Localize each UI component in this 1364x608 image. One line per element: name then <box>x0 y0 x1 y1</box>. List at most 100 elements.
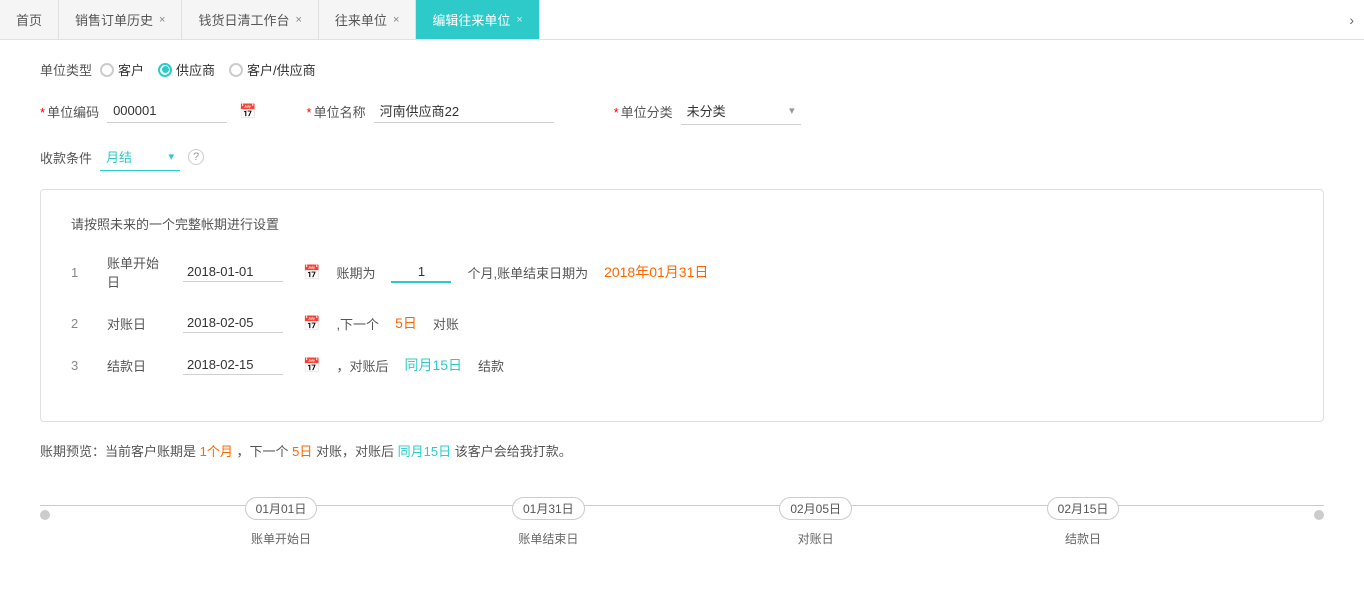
timeline-label-3: 结款日 <box>1065 530 1101 547</box>
row2-suffix-end: 对账 <box>433 314 459 333</box>
card-title: 请按照未来的一个完整帐期进行设置 <box>71 214 1293 233</box>
timeline-label-0: 账单开始日 <box>251 530 311 547</box>
settings-card: 请按照未来的一个完整帐期进行设置 1 账单开始日 📅 账期为 个月,账单结束日期… <box>40 189 1324 422</box>
radio-both[interactable]: 客户/供应商 <box>229 60 316 79</box>
unit-type-group: 单位类型 客户 供应商 客户/供应商 <box>40 60 316 79</box>
close-icon[interactable]: × <box>159 14 165 26</box>
unit-type-radio-group: 客户 供应商 客户/供应商 <box>100 60 316 79</box>
payment-terms-select[interactable]: 月结 ▾ <box>100 143 180 171</box>
tab-edit-counterparty-label: 编辑往来单位 <box>432 10 510 29</box>
main-content: 单位类型 客户 供应商 客户/供应商 *单位编码 <box>0 40 1364 608</box>
row-label-3: 结款日 <box>107 356 167 375</box>
setting-row-1: 1 账单开始日 📅 账期为 个月,账单结束日期为 2018年01月31日 <box>71 253 1293 291</box>
close-icon[interactable]: × <box>516 14 522 26</box>
timeline-node-0: 01月01日 账单开始日 <box>245 497 318 547</box>
calendar-icon-2[interactable]: 📅 <box>303 315 320 332</box>
question-icon[interactable]: ? <box>188 149 204 165</box>
timeline-badge-2: 02月05日 <box>779 497 852 520</box>
preview-part1: 1个月 <box>200 444 233 459</box>
timeline-label-1: 账单结束日 <box>518 530 578 547</box>
payment-terms-value: 月结 <box>106 147 164 166</box>
unit-type-row: 单位类型 客户 供应商 客户/供应商 <box>40 60 1324 79</box>
tab-home-label: 首页 <box>16 10 42 29</box>
unit-name-label: *单位名称 <box>307 102 366 121</box>
timeline: 01月01日 账单开始日 01月31日 账单结束日 02月05日 对账日 02月… <box>40 487 1324 547</box>
timeline-dot-start <box>40 510 50 520</box>
unit-code-group: *单位编码 📅 <box>40 99 257 123</box>
unit-code-label: *单位编码 <box>40 102 99 121</box>
payment-terms-group: 收款条件 月结 ▾ ? <box>40 143 204 171</box>
tab-counterparty[interactable]: 往来单位 × <box>319 0 416 39</box>
tab-home[interactable]: 首页 <box>0 0 59 39</box>
row3-suffix: ，对账后 <box>336 356 388 375</box>
row3-highlight: 同月15日 <box>404 355 462 375</box>
row-num-2: 2 <box>71 316 91 331</box>
period-input[interactable] <box>391 262 451 283</box>
radio-customer-label: 客户 <box>118 60 144 79</box>
row1-suffix-after: 个月,账单结束日期为 <box>467 263 588 282</box>
radio-supplier[interactable]: 供应商 <box>158 60 215 79</box>
calendar-icon-3[interactable]: 📅 <box>303 357 320 374</box>
row-num-1: 1 <box>71 265 91 280</box>
close-icon[interactable]: × <box>295 14 301 26</box>
radio-circle-supplier <box>158 63 172 77</box>
payment-terms-row: 收款条件 月结 ▾ ? <box>40 143 1324 171</box>
radio-circle-both <box>229 63 243 77</box>
preview-prefix: 账期预览：当前客户账期是 <box>40 444 196 459</box>
row-label-1: 账单开始日 <box>107 253 167 291</box>
unit-category-select[interactable]: 未分类 ▾ <box>681 97 801 125</box>
timeline-badge-1: 01月31日 <box>512 497 585 520</box>
tab-counterparty-label: 往来单位 <box>335 10 387 29</box>
preview-text: 账期预览：当前客户账期是 1个月 ，下一个 5日 对账，对账后 同月15日 该客… <box>40 442 1324 463</box>
close-icon[interactable]: × <box>393 14 399 26</box>
preview-part3: 同月15日 <box>398 444 451 459</box>
row-label-2: 对账日 <box>107 314 167 333</box>
row1-end-date: 2018年01月31日 <box>604 262 708 282</box>
unit-code-input[interactable] <box>107 99 227 123</box>
calendar-icon[interactable]: 📅 <box>239 103 256 120</box>
timeline-items: 01月01日 账单开始日 01月31日 账单结束日 02月05日 对账日 02月… <box>40 497 1324 547</box>
setting-row-2: 2 对账日 📅 ,下一个 5日 对账 <box>71 313 1293 333</box>
unit-name-input[interactable] <box>374 99 554 123</box>
timeline-node-3: 02月15日 结款日 <box>1047 497 1120 547</box>
unit-name-group: *单位名称 <box>307 99 554 123</box>
row2-suffix: ,下一个 <box>336 314 379 333</box>
row2-highlight: 5日 <box>395 313 417 333</box>
radio-both-label: 客户/供应商 <box>247 60 316 79</box>
chevron-down-icon: ▾ <box>168 150 174 163</box>
preview-part2: 5日 <box>292 444 312 459</box>
unit-category-group: *单位分类 未分类 ▾ <box>614 97 801 125</box>
payment-terms-label: 收款条件 <box>40 148 92 167</box>
timeline-node-2: 02月05日 对账日 <box>779 497 852 547</box>
row1-suffix-before: 账期为 <box>336 263 375 282</box>
timeline-node-1: 01月31日 账单结束日 <box>512 497 585 547</box>
tab-sales-history[interactable]: 销售订单历史 × <box>59 0 182 39</box>
radio-customer[interactable]: 客户 <box>100 60 144 79</box>
row3-suffix-end: 结款 <box>478 356 504 375</box>
reconcile-date-input[interactable] <box>183 313 283 333</box>
row-num-3: 3 <box>71 358 91 373</box>
preview-mid2: 对账，对账后 <box>316 444 394 459</box>
calendar-icon-1[interactable]: 📅 <box>303 264 320 281</box>
radio-supplier-label: 供应商 <box>176 60 215 79</box>
timeline-label-2: 对账日 <box>798 530 834 547</box>
unit-type-label: 单位类型 <box>40 60 92 79</box>
preview-suffix: 该客户会给我打款。 <box>455 444 572 459</box>
tab-bar: 首页 销售订单历史 × 钱货日清工作台 × 往来单位 × 编辑往来单位 × › <box>0 0 1364 40</box>
tab-sales-history-label: 销售订单历史 <box>75 10 153 29</box>
timeline-badge-3: 02月15日 <box>1047 497 1120 520</box>
tab-cashflow-label: 钱货日清工作台 <box>198 10 289 29</box>
chevron-down-icon: ▾ <box>789 104 795 117</box>
payment-date-input[interactable] <box>183 355 283 375</box>
tab-cashflow[interactable]: 钱货日清工作台 × <box>182 0 318 39</box>
code-name-row: *单位编码 📅 *单位名称 *单位分类 未分类 ▾ <box>40 97 1324 125</box>
tab-more-button[interactable]: › <box>1339 0 1364 39</box>
tab-edit-counterparty[interactable]: 编辑往来单位 × <box>416 0 539 39</box>
setting-row-3: 3 结款日 📅 ，对账后 同月15日 结款 <box>71 355 1293 375</box>
unit-category-value: 未分类 <box>687 101 785 120</box>
preview-mid1: ，下一个 <box>237 444 289 459</box>
start-date-input[interactable] <box>183 262 283 282</box>
radio-circle-customer <box>100 63 114 77</box>
unit-category-label: *单位分类 <box>614 102 673 121</box>
timeline-dot-end <box>1314 510 1324 520</box>
